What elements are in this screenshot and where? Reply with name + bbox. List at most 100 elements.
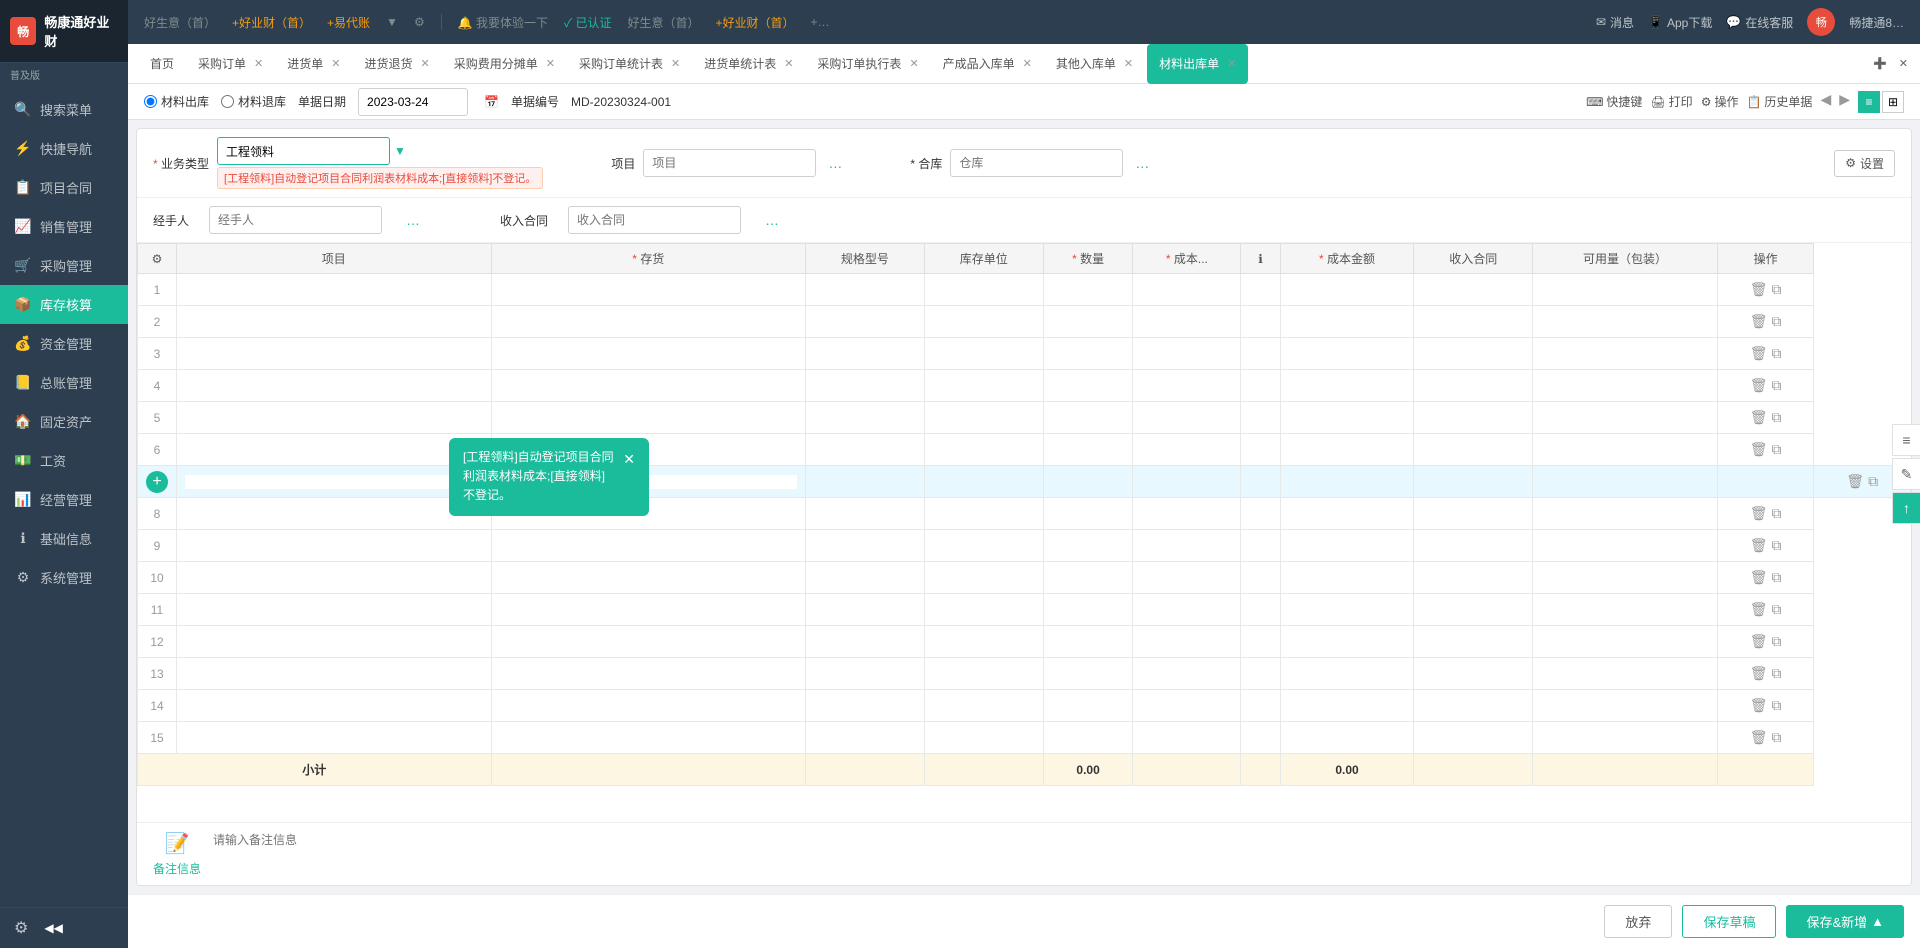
project-dots-button[interactable]: … — [828, 155, 842, 171]
tab-purchase-exec[interactable]: 采购订单执行表 ✕ — [807, 44, 928, 84]
history-button[interactable]: 📋 历史单据 — [1746, 91, 1812, 113]
copy-row-10[interactable]: ⧉ — [1770, 567, 1784, 588]
username-label[interactable]: 畅捷通8… — [1849, 14, 1904, 31]
online-service-button[interactable]: 💬 在线客服 — [1726, 14, 1793, 31]
sidebar-item-purchase[interactable]: 🛒 采购管理 — [0, 246, 128, 285]
header-haoyecai2[interactable]: +好业财（首） — [716, 14, 795, 31]
header-more-items[interactable]: +… — [811, 15, 830, 29]
close-tab-purchase-stat[interactable]: ✕ — [671, 57, 680, 70]
tab-purchase-in[interactable]: 进货单 ✕ — [277, 44, 350, 84]
delete-row-8[interactable]: 🗑 — [1748, 503, 1770, 524]
app-download-button[interactable]: 📱 App下载 — [1648, 14, 1712, 31]
delete-row-7[interactable]: 🗑 — [1844, 471, 1866, 492]
warehouse-dots-button[interactable]: … — [1135, 155, 1149, 171]
header-settings-icon[interactable]: ⚙ — [414, 15, 425, 29]
close-tab-purchase-in[interactable]: ✕ — [331, 57, 340, 70]
close-tab-purchase-in-stat[interactable]: ✕ — [784, 57, 793, 70]
collapse-icon[interactable]: ◀◀ — [44, 921, 62, 935]
list-view-button[interactable]: ≡ — [1858, 91, 1880, 113]
add-tab-button[interactable]: ➕ — [1873, 57, 1887, 70]
business-type-dropdown[interactable]: ▼ — [394, 144, 406, 158]
header-nav-yidaizhang[interactable]: +易代账 — [327, 14, 370, 31]
sidebar-search[interactable]: 🔍 搜索菜单 — [0, 90, 128, 129]
tooltip-close-button[interactable]: ✕ — [623, 448, 635, 470]
next-record-arrow[interactable]: ▶ — [1839, 91, 1850, 113]
sidebar-item-operations[interactable]: 📊 经营管理 — [0, 480, 128, 519]
delete-row-11[interactable]: 🗑 — [1748, 599, 1770, 620]
tab-purchase-return[interactable]: 进货退货 ✕ — [354, 44, 439, 84]
delete-row-4[interactable]: 🗑 — [1748, 375, 1770, 396]
right-icon-3[interactable]: ↑ — [1892, 492, 1920, 524]
tab-purchase-fee[interactable]: 采购费用分摊单 ✕ — [444, 44, 565, 84]
message-button[interactable]: ✉ 消息 — [1596, 14, 1634, 31]
copy-row-13[interactable]: ⧉ — [1770, 663, 1784, 684]
delete-row-5[interactable]: 🗑 — [1748, 407, 1770, 428]
income-contract-input[interactable] — [568, 206, 741, 234]
sidebar-item-finance[interactable]: 💰 资金管理 — [0, 324, 128, 363]
sidebar-item-base-info[interactable]: ℹ 基础信息 — [0, 519, 128, 558]
delete-row-6[interactable]: 🗑 — [1748, 439, 1770, 460]
header-haoshengyi2[interactable]: 好生意（首） — [628, 14, 700, 31]
close-all-button[interactable]: ✕ — [1899, 57, 1908, 70]
save-draft-button[interactable]: 保存草稿 — [1682, 905, 1776, 938]
tab-home[interactable]: 首页 — [140, 44, 184, 84]
copy-row-9[interactable]: ⧉ — [1770, 535, 1784, 556]
date-input[interactable] — [358, 88, 468, 116]
sidebar-item-project[interactable]: 📋 项目合同 — [0, 168, 128, 207]
header-experience[interactable]: 🔔 我要体验一下 — [458, 14, 548, 31]
close-tab-material-out[interactable]: ✕ — [1227, 57, 1236, 70]
copy-row-14[interactable]: ⧉ — [1770, 695, 1784, 716]
operate-button[interactable]: ⚙ 操作 — [1701, 91, 1739, 113]
income-contract-dots-button[interactable]: … — [765, 212, 779, 228]
radio-material-out[interactable]: 材料出库 — [144, 93, 209, 110]
delete-row-2[interactable]: 🗑 — [1748, 311, 1770, 332]
delete-row-3[interactable]: 🗑 — [1748, 343, 1770, 364]
sidebar-item-inventory[interactable]: 📦 库存核算 — [0, 285, 128, 324]
discard-button[interactable]: 放弃 — [1604, 905, 1672, 938]
sidebar-item-payroll[interactable]: 💵 工资 — [0, 441, 128, 480]
copy-row-3[interactable]: ⧉ — [1770, 343, 1784, 364]
sidebar-quick-nav[interactable]: ⚡ 快捷导航 — [0, 129, 128, 168]
delete-row-14[interactable]: 🗑 — [1748, 695, 1770, 716]
close-tab-purchase-order[interactable]: ✕ — [254, 57, 263, 70]
setting-button[interactable]: ⚙ 设置 — [1834, 150, 1895, 177]
header-nav-more[interactable]: ▼ — [386, 15, 398, 29]
delete-row-1[interactable]: 🗑 — [1748, 279, 1770, 300]
sidebar-item-system[interactable]: ⚙ 系统管理 — [0, 558, 128, 597]
tab-material-out[interactable]: 材料出库单 ✕ — [1147, 44, 1248, 84]
business-type-input[interactable] — [217, 137, 390, 165]
handler-dots-button[interactable]: … — [406, 212, 420, 228]
save-new-button[interactable]: 保存&新增 ▲ — [1786, 905, 1904, 938]
sidebar-item-ledger[interactable]: 📒 总账管理 — [0, 363, 128, 402]
prev-record-arrow[interactable]: ◀ — [1820, 91, 1831, 113]
copy-row-12[interactable]: ⧉ — [1770, 631, 1784, 652]
copy-row-11[interactable]: ⧉ — [1770, 599, 1784, 620]
project-input[interactable] — [643, 149, 816, 177]
copy-row-2[interactable]: ⧉ — [1770, 311, 1784, 332]
close-tab-purchase-return[interactable]: ✕ — [421, 57, 430, 70]
row-7-input-0[interactable] — [177, 466, 492, 498]
quick-key-button[interactable]: ⌨ 快捷键 — [1586, 91, 1642, 113]
col-settings[interactable]: ⚙ — [138, 244, 177, 274]
right-icon-1[interactable]: ≡ — [1892, 424, 1920, 456]
copy-row-5[interactable]: ⧉ — [1770, 407, 1784, 428]
copy-row-15[interactable]: ⧉ — [1770, 727, 1784, 748]
sidebar-item-assets[interactable]: 🏠 固定资产 — [0, 402, 128, 441]
close-tab-production-in[interactable]: ✕ — [1023, 57, 1032, 70]
delete-row-15[interactable]: 🗑 — [1748, 727, 1770, 748]
user-avatar[interactable]: 畅 — [1807, 8, 1835, 36]
grid-view-button[interactable]: ⊞ — [1882, 91, 1904, 113]
warehouse-input[interactable] — [950, 149, 1123, 177]
radio-material-return[interactable]: 材料退库 — [221, 93, 286, 110]
handler-input[interactable] — [209, 206, 382, 234]
right-icon-2[interactable]: ✎ — [1892, 458, 1920, 490]
close-tab-other-in[interactable]: ✕ — [1124, 57, 1133, 70]
delete-row-10[interactable]: 🗑 — [1748, 567, 1770, 588]
tab-production-in[interactable]: 产成品入库单 ✕ — [933, 44, 1042, 84]
header-nav-haoshengyi[interactable]: 好生意（首） — [144, 14, 216, 31]
copy-row-7[interactable]: ⧉ — [1866, 471, 1880, 492]
sidebar-item-sales[interactable]: 📈 销售管理 — [0, 207, 128, 246]
calendar-icon[interactable]: 📅 — [484, 95, 499, 109]
close-tab-purchase-exec[interactable]: ✕ — [909, 57, 918, 70]
tab-purchase-order[interactable]: 采购订单 ✕ — [188, 44, 273, 84]
